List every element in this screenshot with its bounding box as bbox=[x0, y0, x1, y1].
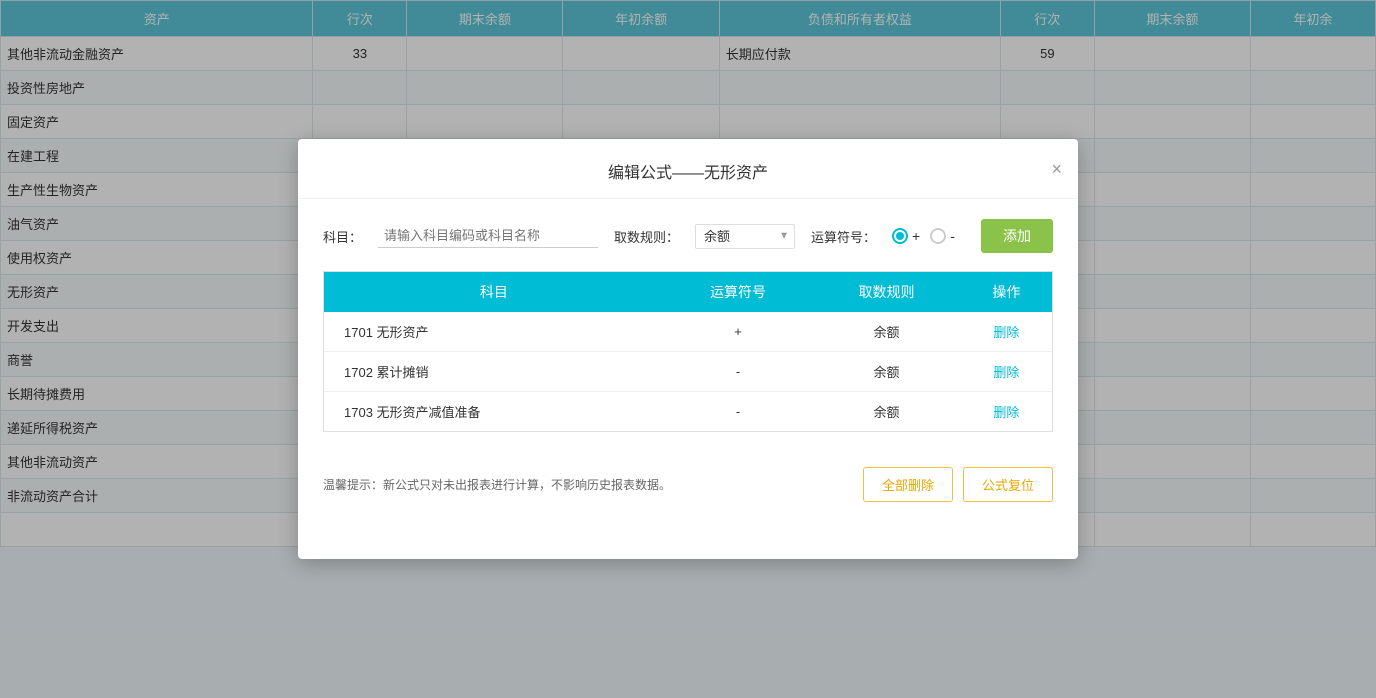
subject-input[interactable] bbox=[378, 224, 598, 248]
reset-formula-button[interactable]: 公式复位 bbox=[963, 467, 1053, 502]
modal-overlay: 编辑公式——无形资产 × 科目： 取数规则： 余额借方发生额贷方发生额 ▼ 运算… bbox=[0, 0, 1376, 698]
subject-label: 科目： bbox=[323, 227, 362, 246]
table-header-row: 科目 运算符号 取数规则 操作 bbox=[324, 272, 1053, 313]
table-row: 1703 无形资产减值准备-余额删除 bbox=[324, 392, 1053, 432]
fetch-rule-label: 取数规则： bbox=[614, 227, 679, 246]
th-subject: 科目 bbox=[324, 272, 664, 313]
operator-radio-group: + - bbox=[892, 228, 955, 244]
fetch-rule-select-wrapper: 余额借方发生额贷方发生额 ▼ bbox=[695, 224, 795, 249]
fetch-rule-select[interactable]: 余额借方发生额贷方发生额 bbox=[695, 224, 795, 249]
modal-title: 编辑公式——无形资产 bbox=[608, 165, 768, 182]
table-row: 1701 无形资产+余额删除 bbox=[324, 312, 1053, 352]
form-row: 科目： 取数规则： 余额借方发生额贷方发生额 ▼ 运算符号： + bbox=[323, 219, 1053, 253]
add-button[interactable]: 添加 bbox=[981, 219, 1053, 253]
formula-table: 科目 运算符号 取数规则 操作 1701 无形资产+余额删除1702 累计摊销-… bbox=[323, 271, 1053, 432]
table-row: 1702 累计摊销-余额删除 bbox=[324, 352, 1053, 392]
footer-buttons: 全部删除 公式复位 bbox=[863, 467, 1053, 502]
delete-all-button[interactable]: 全部删除 bbox=[863, 467, 953, 502]
radio-minus-circle bbox=[930, 228, 946, 244]
footer-hint: 温馨提示：新公式只对未出报表进行计算，不影响历史报表数据。 bbox=[323, 476, 671, 493]
operator-label: 运算符号： bbox=[811, 227, 876, 246]
modal-header: 编辑公式——无形资产 × bbox=[298, 139, 1078, 199]
delete-row-link[interactable]: 删除 bbox=[993, 365, 1019, 380]
operator-minus-radio[interactable]: - bbox=[930, 228, 955, 244]
modal-body: 科目： 取数规则： 余额借方发生额贷方发生额 ▼ 运算符号： + bbox=[298, 199, 1078, 452]
operator-plus-radio[interactable]: + bbox=[892, 228, 920, 244]
operator-minus-label: - bbox=[950, 228, 955, 244]
modal-dialog: 编辑公式——无形资产 × 科目： 取数规则： 余额借方发生额贷方发生额 ▼ 运算… bbox=[298, 139, 1078, 559]
delete-row-link[interactable]: 删除 bbox=[993, 325, 1019, 340]
radio-plus-circle bbox=[892, 228, 908, 244]
modal-footer: 温馨提示：新公式只对未出报表进行计算，不影响历史报表数据。 全部删除 公式复位 bbox=[298, 452, 1078, 522]
th-operator: 运算符号 bbox=[664, 272, 812, 313]
th-action: 操作 bbox=[961, 272, 1053, 313]
th-fetch-rule: 取数规则 bbox=[812, 272, 960, 313]
delete-row-link[interactable]: 删除 bbox=[993, 405, 1019, 420]
close-button[interactable]: × bbox=[1051, 160, 1062, 178]
operator-plus-label: + bbox=[912, 228, 920, 244]
